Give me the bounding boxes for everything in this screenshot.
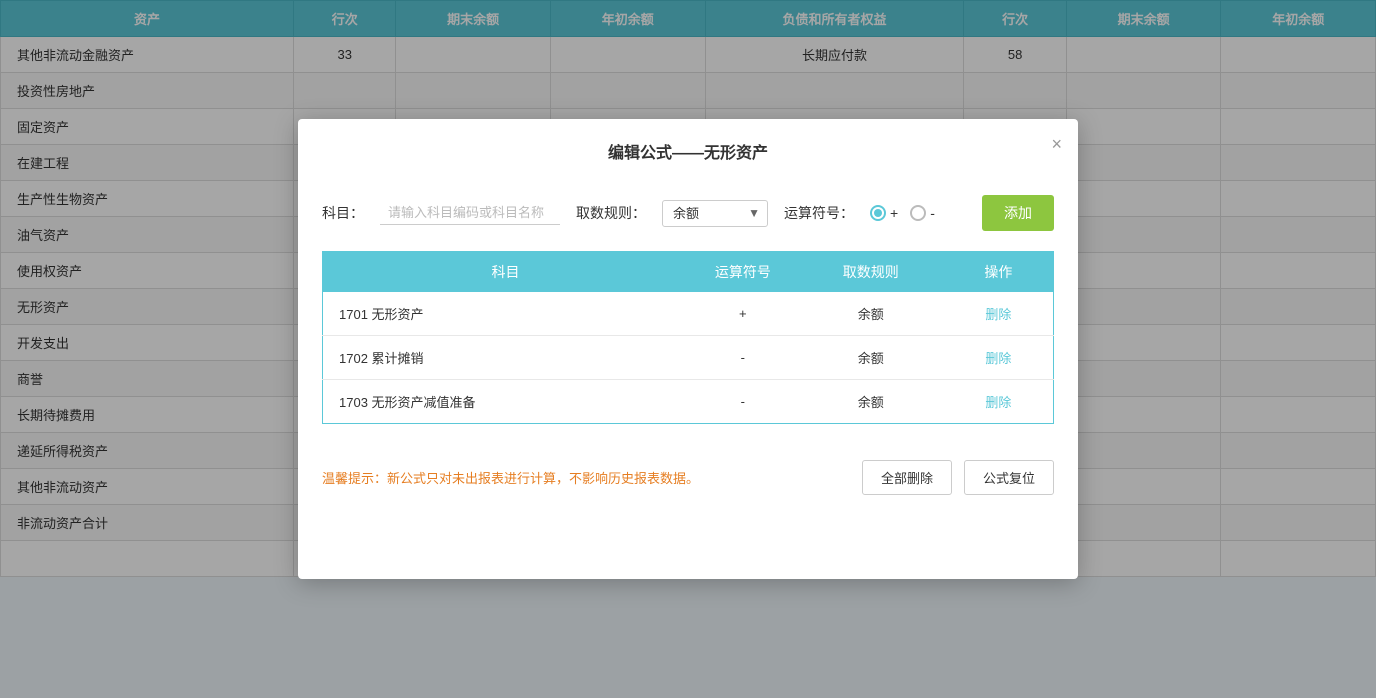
reset-formula-button[interactable]: 公式复位: [964, 460, 1054, 495]
operator-label: 运算符号：: [784, 203, 854, 223]
table-header-rule: 取数规则: [798, 252, 944, 293]
radio-minus-label: -: [930, 205, 935, 221]
table-header-subject: 科目: [323, 252, 689, 293]
formula-operator: -: [688, 336, 798, 380]
rule-select-wrapper: 余额 借方 贷方 借方发生额 贷方发生额 ▼: [662, 200, 768, 227]
modal-dialog: 编辑公式——无形资产 × 科目： 取数规则： 余额 借方 贷方 借方发生额: [298, 119, 1078, 579]
formula-rule: 余额: [798, 292, 944, 336]
delete-row-button[interactable]: 删除: [985, 348, 1011, 367]
formula-subject: 1703 无形资产减值准备: [323, 380, 689, 424]
table-header-operator: 运算符号: [688, 252, 798, 293]
formula-rule: 余额: [798, 336, 944, 380]
radio-minus-circle: [910, 205, 926, 221]
formula-action: 删除: [944, 292, 1054, 336]
delete-row-button[interactable]: 删除: [985, 304, 1011, 323]
formula-operator: -: [688, 380, 798, 424]
formula-action: 删除: [944, 380, 1054, 424]
footer-hint: 温馨提示：新公式只对未出报表进行计算，不影响历史报表数据。: [322, 468, 699, 487]
formula-action: 删除: [944, 336, 1054, 380]
formula-row: 1702 累计摊销-余额 删除: [323, 336, 1054, 380]
table-header-action: 操作: [944, 252, 1054, 293]
delete-all-button[interactable]: 全部删除: [862, 460, 952, 495]
footer-buttons: 全部删除 公式复位: [862, 460, 1054, 495]
formula-rule: 余额: [798, 380, 944, 424]
radio-minus[interactable]: -: [910, 205, 935, 221]
rule-label: 取数规则：: [576, 203, 646, 223]
formula-row: 1703 无形资产减值准备-余额 删除: [323, 380, 1054, 424]
modal-close-button[interactable]: ×: [1051, 135, 1062, 153]
operator-radio-group: + -: [870, 205, 935, 221]
modal-overlay: 编辑公式——无形资产 × 科目： 取数规则： 余额 借方 贷方 借方发生额: [0, 0, 1376, 698]
formula-table: 科目 运算符号 取数规则 操作 1701 无形资产+余额删除1702 累计摊销-…: [322, 251, 1054, 424]
modal-footer: 温馨提示：新公式只对未出报表进行计算，不影响历史报表数据。 全部删除 公式复位: [298, 444, 1078, 515]
background-wrapper: 资产 行次 期末余额 年初余额 负债和所有者权益 行次 期末余额 年初余额 其他…: [0, 0, 1376, 698]
modal-title: 编辑公式——无形资产: [608, 145, 768, 162]
formula-operator: +: [688, 292, 798, 336]
formula-subject: 1702 累计摊销: [323, 336, 689, 380]
radio-plus-circle: [870, 205, 886, 221]
radio-plus-label: +: [890, 205, 898, 221]
modal-header: 编辑公式——无形资产 ×: [298, 119, 1078, 179]
rule-select[interactable]: 余额 借方 贷方 借方发生额 贷方发生额: [662, 200, 768, 227]
add-button[interactable]: 添加: [982, 195, 1054, 231]
formula-subject: 1701 无形资产: [323, 292, 689, 336]
subject-label: 科目：: [322, 203, 364, 223]
form-row: 科目： 取数规则： 余额 借方 贷方 借方发生额 贷方发生额 ▼ 运算符号: [322, 195, 1054, 231]
modal-body: 科目： 取数规则： 余额 借方 贷方 借方发生额 贷方发生额 ▼ 运算符号: [298, 179, 1078, 444]
delete-row-button[interactable]: 删除: [985, 392, 1011, 411]
formula-row: 1701 无形资产+余额 删除: [323, 292, 1054, 336]
radio-plus[interactable]: +: [870, 205, 898, 221]
subject-input[interactable]: [380, 201, 560, 225]
